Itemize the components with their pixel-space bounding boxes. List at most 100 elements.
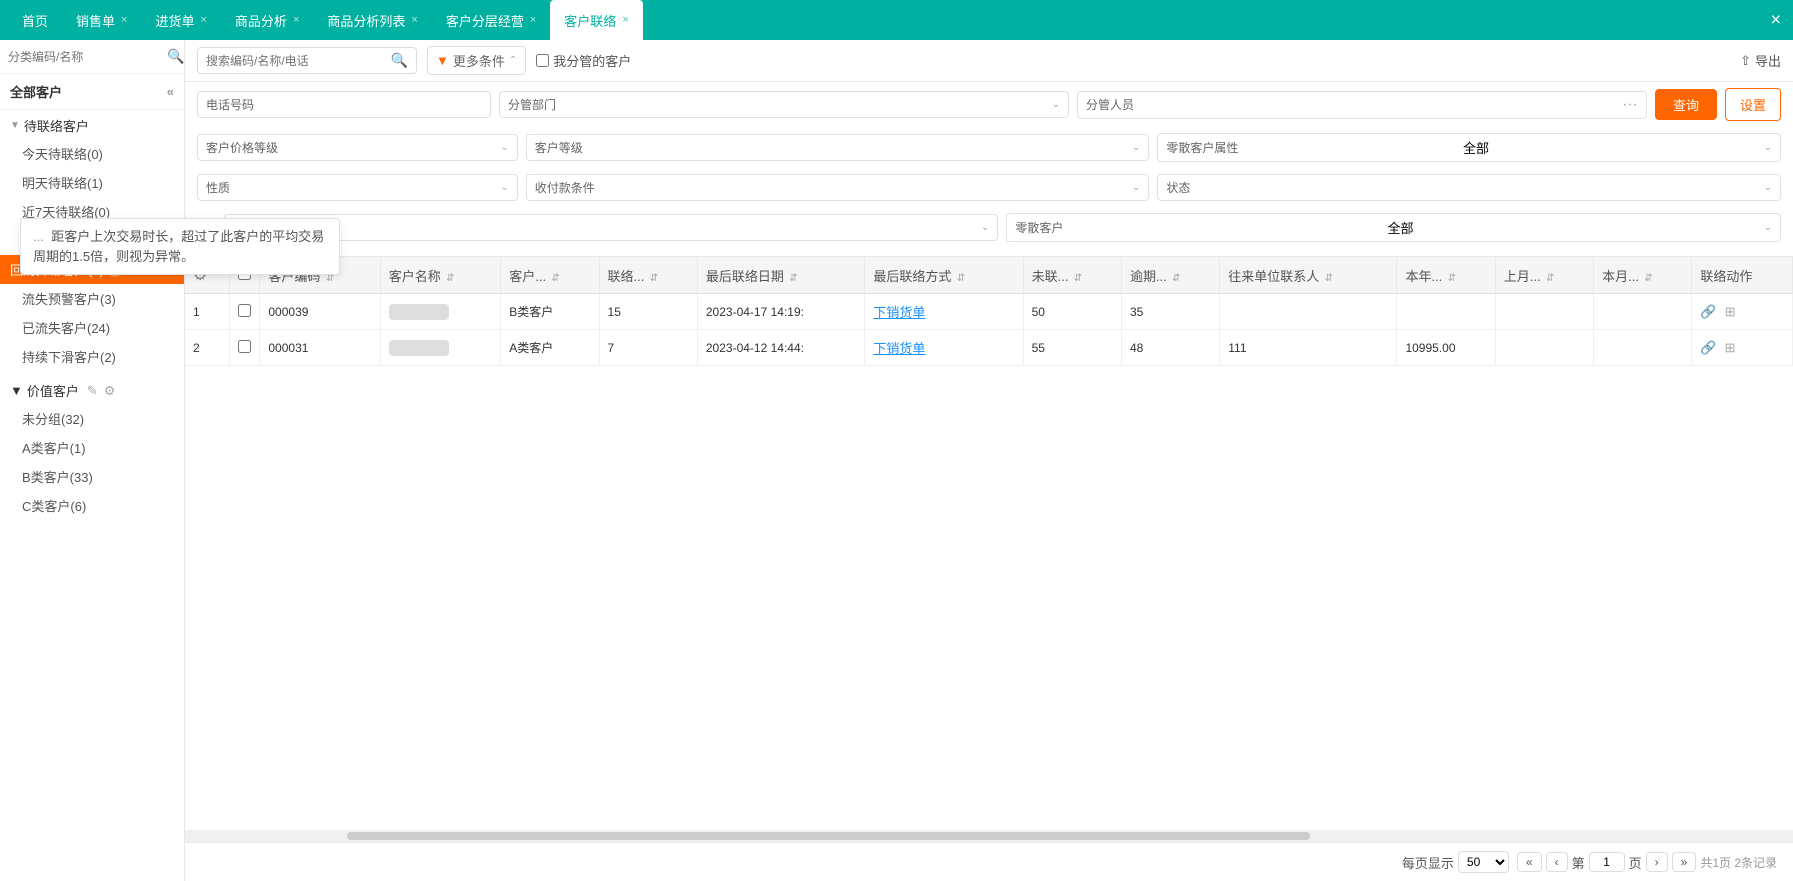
nav-product-list[interactable]: 商品分析列表 × — [313, 0, 431, 40]
row1-code: 000039 — [260, 294, 380, 330]
my-customers-checkbox[interactable] — [536, 54, 549, 67]
row1-grid-icon[interactable]: ⊞ — [1725, 304, 1736, 320]
horizontal-scrollbar[interactable] — [185, 830, 1793, 842]
per-page-label: 每页显示 — [1402, 853, 1454, 872]
nav-customer-tier[interactable]: 客户分层经营 × — [432, 0, 550, 40]
col-unit-sort-icon[interactable]: ⇵ — [1325, 273, 1333, 284]
row1-name-blur — [389, 304, 449, 320]
sidebar-collapse-icon[interactable]: « — [167, 84, 174, 99]
export-button[interactable]: ⇧ 导出 — [1740, 51, 1781, 70]
filter-customer-level[interactable]: 客户等级 ⌄ — [526, 134, 1150, 161]
value-section-settings-icon[interactable]: ⚙ — [104, 383, 116, 399]
col-last-method: 最后联络方式 ⇵ — [865, 257, 1023, 294]
col-this-month: 本月... ⇵ — [1594, 257, 1692, 294]
filter-price-level[interactable]: 客户价格等级 ⌄ — [197, 134, 518, 161]
customer-level-label: 客户等级 — [535, 139, 1128, 156]
col-uncontact: 未联... ⇵ — [1023, 257, 1121, 294]
pagination: 每页显示 50 100 200 « ‹ 第 页 › » 共1页 2条记录 — [185, 842, 1793, 881]
sidebar-item-b-class[interactable]: B类客户(33) — [0, 462, 184, 491]
row1-last-method-link[interactable]: 下销货单 — [873, 305, 925, 320]
row1-this-year — [1397, 294, 1495, 330]
row1-overdue: 35 — [1121, 294, 1219, 330]
filter-customer-type[interactable]: 客户类型 ⌄ — [224, 214, 999, 241]
sidebar: 🔍 全部客户 « ▼ 待联络客户 今天待联络(0) 明天待联络(1) 近7天待联… — [0, 40, 185, 881]
sidebar-item-c-class[interactable]: C类客户(6) — [0, 491, 184, 520]
search-icon[interactable]: 🔍 — [391, 52, 408, 69]
filter-person[interactable]: 分管人员 ··· — [1077, 91, 1647, 119]
row2-checkbox[interactable] — [238, 340, 251, 353]
row1-link-icon[interactable]: 🔗 — [1700, 304, 1716, 320]
filter-dept[interactable]: 分管部门 ⌄ — [499, 91, 1069, 118]
nav-purchase-close[interactable]: × — [200, 14, 206, 26]
sidebar-item-declining[interactable]: 持续下滑客户(2) — [0, 342, 184, 371]
nav-purchase[interactable]: 进货单 × — [141, 0, 220, 40]
nav-product-analysis-close[interactable]: × — [293, 14, 299, 26]
next-page-button[interactable]: › — [1646, 852, 1668, 872]
col-overdue: 逾期... ⇵ — [1121, 257, 1219, 294]
pending-arrow-icon: ▼ — [10, 120, 20, 131]
filter-more-btn[interactable]: ▼ 更多条件 ⌃ — [427, 46, 526, 75]
phone-label: 电话号码 — [206, 96, 482, 113]
last-page-button[interactable]: » — [1672, 852, 1697, 872]
status-chevron-icon: ⌄ — [1764, 182, 1772, 193]
price-level-chevron-icon: ⌄ — [500, 142, 508, 153]
sidebar-item-churn-warning[interactable]: 流失预警客户(3) — [0, 284, 184, 313]
value-section-edit-icon[interactable]: ✎ — [87, 383, 98, 399]
col-last-method-sort-icon[interactable]: ⇵ — [957, 273, 965, 284]
col-this-month-sort-icon[interactable]: ⇵ — [1644, 273, 1652, 284]
sidebar-item-a-class[interactable]: A类客户(1) — [0, 433, 184, 462]
col-last-date-sort-icon[interactable]: ⇵ — [789, 273, 797, 284]
sidebar-value-section[interactable]: ▼ 价值客户 ✎ ⚙ — [0, 375, 184, 404]
nav-home[interactable]: 首页 — [8, 0, 62, 40]
prev-page-button[interactable]: ‹ — [1546, 852, 1568, 872]
nav-sales-close[interactable]: × — [121, 14, 127, 26]
row2-code: 000031 — [260, 330, 380, 366]
col-this-year-sort-icon[interactable]: ⇵ — [1448, 273, 1456, 284]
table-row: 1 000039 B类客户 15 2023-04-17 14:19: — [185, 294, 1793, 330]
nav-customer-contact-close[interactable]: × — [622, 14, 628, 26]
row2-last-method-link[interactable]: 下销货单 — [873, 341, 925, 356]
first-page-button[interactable]: « — [1517, 852, 1542, 872]
row2-grid-icon[interactable]: ⊞ — [1725, 340, 1736, 356]
payment-chevron-icon: ⌄ — [1132, 182, 1140, 193]
sidebar-all-customers[interactable]: 全部客户 « — [0, 74, 184, 110]
row1-checkbox-cell — [230, 294, 260, 330]
nav-customer-contact[interactable]: 客户联络 × — [550, 0, 642, 40]
col-contact-sort-icon[interactable]: ⇵ — [650, 273, 658, 284]
col-this-year-label: 本年... — [1405, 269, 1442, 284]
col-overdue-sort-icon[interactable]: ⇵ — [1172, 273, 1180, 284]
filter-payment[interactable]: 收付款条件 ⌄ — [526, 174, 1150, 201]
sidebar-item-churned[interactable]: 已流失客户(24) — [0, 313, 184, 342]
nav-product-analysis[interactable]: 商品分析 × — [221, 0, 313, 40]
col-uncontact-sort-icon[interactable]: ⇵ — [1074, 273, 1082, 284]
nav-product-list-close[interactable]: × — [411, 14, 417, 26]
sidebar-item-tomorrow[interactable]: 明天待联络(1) — [0, 168, 184, 197]
row1-this-month — [1594, 294, 1692, 330]
window-close-button[interactable]: × — [1770, 10, 1781, 31]
page-number-input[interactable] — [1589, 852, 1625, 872]
filter-gender[interactable]: 性质 ⌄ — [197, 174, 518, 201]
filter-retail-customer[interactable]: 零散客户 全部 ⌄ — [1006, 213, 1781, 242]
col-last-month-sort-icon[interactable]: ⇵ — [1546, 273, 1554, 284]
col-name-sort-icon[interactable]: ⇵ — [446, 273, 454, 284]
sidebar-search-icon[interactable]: 🔍 — [167, 48, 184, 65]
sidebar-item-today[interactable]: 今天待联络(0) — [0, 139, 184, 168]
nav-sales[interactable]: 销售单 × — [62, 0, 141, 40]
sidebar-pending-section[interactable]: ▼ 待联络客户 — [0, 110, 184, 139]
sidebar-item-ungrouped[interactable]: 未分组(32) — [0, 404, 184, 433]
filter-retail-attr[interactable]: 零散客户属性 全部 ⌄ — [1157, 133, 1781, 162]
per-page-select[interactable]: 50 100 200 — [1458, 851, 1509, 873]
scrollbar-thumb[interactable] — [347, 832, 1309, 840]
col-type-sort-icon[interactable]: ⇵ — [551, 273, 559, 284]
nav-customer-tier-close[interactable]: × — [530, 14, 536, 26]
person-dots: ··· — [1622, 96, 1638, 114]
sidebar-search-input[interactable] — [8, 50, 163, 64]
set-button[interactable]: 设置 — [1725, 88, 1781, 121]
query-button[interactable]: 查询 — [1655, 89, 1717, 120]
value-section-label: 价值客户 — [27, 381, 79, 400]
filter-phone[interactable]: 电话号码 — [197, 91, 491, 118]
row1-checkbox[interactable] — [238, 304, 251, 317]
search-input[interactable] — [206, 54, 391, 68]
filter-status[interactable]: 状态 ⌄ — [1157, 174, 1781, 201]
row2-link-icon[interactable]: 🔗 — [1700, 340, 1716, 356]
